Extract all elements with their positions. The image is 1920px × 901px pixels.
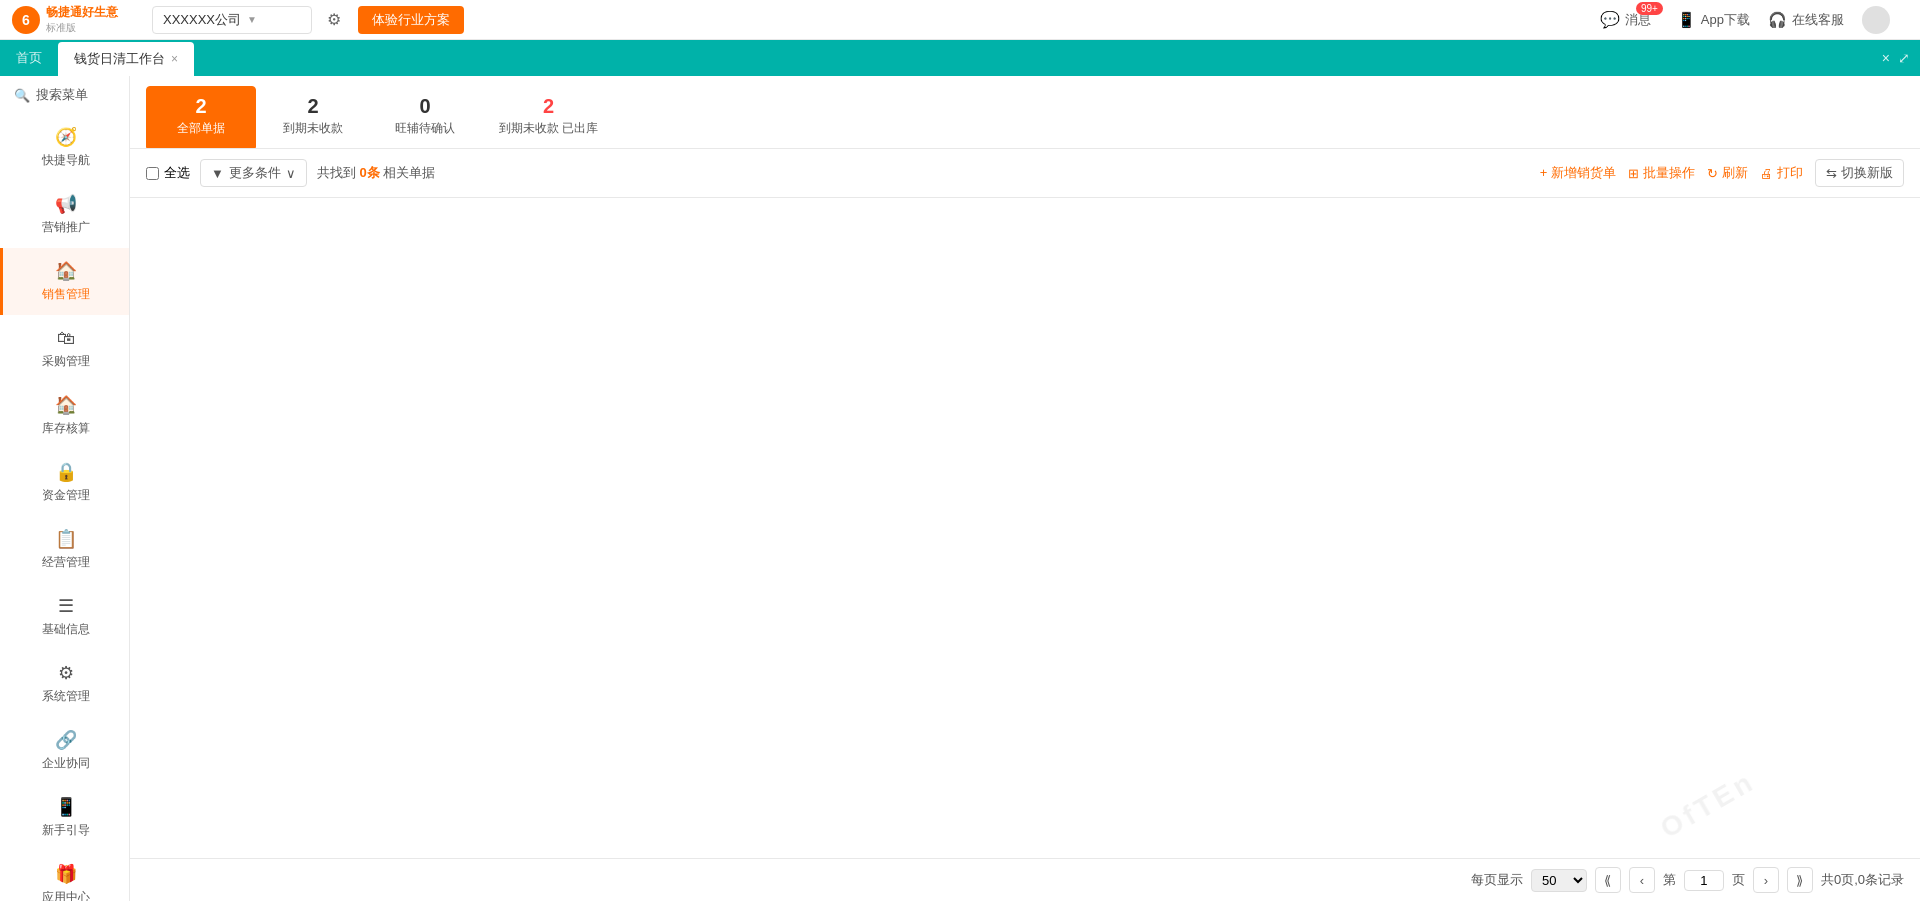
batch-icon: ⊞ — [1628, 166, 1639, 181]
sidebar-item-system[interactable]: ⚙ 系统管理 — [0, 650, 129, 717]
system-icon: ⚙ — [55, 662, 77, 684]
page-label-2: 页 — [1732, 871, 1745, 889]
logo-text: 畅捷通好生意 标准版 — [46, 5, 118, 34]
page-input[interactable] — [1684, 870, 1724, 891]
sidebar-item-finance[interactable]: 🔒 资金管理 — [0, 449, 129, 516]
first-page-button[interactable]: ⟪ — [1595, 867, 1621, 893]
message-badge: 99+ — [1636, 2, 1663, 15]
next-page-button[interactable]: › — [1753, 867, 1779, 893]
search-icon: 🔍 — [14, 88, 30, 103]
found-text: 共找到 0条 相关单据 — [317, 164, 435, 182]
tab-close-icon[interactable]: × — [171, 52, 178, 66]
per-page-select[interactable]: 50 20 100 200 — [1531, 869, 1587, 892]
refresh-icon: ↻ — [1707, 166, 1718, 181]
switch-new-version-button[interactable]: ⇆ 切换新版 — [1815, 159, 1904, 187]
online-service-btn[interactable]: 🎧 在线客服 — [1768, 11, 1844, 29]
toolbar-right: + 新增销货单 ⊞ 批量操作 ↻ 刷新 🖨 打印 ⇆ 切换新版 — [1540, 159, 1904, 187]
content-area: 2 全部单据 2 到期未收款 0 旺辅待确认 2 到期未收款 已出库 全选 — [130, 76, 1920, 901]
logo-area: 6 畅捷通好生意 标准版 — [12, 5, 142, 34]
sidebar: 🔍 搜索菜单 🧭 快捷导航 📢 营销推广 🏠 销售管理 🛍 采购管理 🏠 库存核… — [0, 76, 130, 901]
collab-icon: 🔗 — [55, 729, 77, 751]
app-download-icon: 📱 — [1677, 11, 1696, 29]
sidebar-item-quick-nav[interactable]: 🧭 快捷导航 — [0, 114, 129, 181]
app-download-btn[interactable]: 📱 App下载 — [1677, 11, 1750, 29]
select-all-checkbox[interactable]: 全选 — [146, 164, 190, 182]
sidebar-item-operation[interactable]: 📋 经营管理 — [0, 516, 129, 583]
sidebar-item-inventory[interactable]: 🏠 库存核算 — [0, 382, 129, 449]
beginner-icon: 📱 — [55, 796, 77, 818]
header-right: 💬 消息 99+ 📱 App下载 🎧 在线客服 — [1600, 6, 1908, 34]
settings-icon[interactable]: ⚙ — [320, 6, 348, 34]
chevron-down-icon: ▼ — [247, 14, 257, 25]
nav-icon: 🧭 — [55, 126, 77, 148]
tab-home[interactable]: 首页 — [0, 40, 58, 76]
pagination: 每页显示 50 20 100 200 ⟪ ‹ 第 页 › ⟫ 共0页,0条记录 — [130, 858, 1920, 901]
page-label: 第 — [1663, 871, 1676, 889]
select-all-input[interactable] — [146, 167, 159, 180]
sidebar-item-marketing[interactable]: 📢 营销推广 — [0, 181, 129, 248]
logo-icon: 6 — [12, 6, 40, 34]
sidebar-item-app-center[interactable]: 🎁 应用中心 — [0, 851, 129, 901]
tab-work-station[interactable]: 钱货日清工作台 × — [58, 42, 194, 76]
inventory-icon: 🏠 — [55, 394, 77, 416]
message-btn[interactable]: 💬 消息 99+ — [1600, 10, 1651, 29]
headset-icon: 🎧 — [1768, 11, 1787, 29]
filter-icon: ▼ — [211, 166, 224, 181]
company-selector[interactable]: XXXXXX公司 ▼ — [152, 6, 312, 34]
company-name: XXXXXX公司 — [163, 11, 241, 29]
status-tab-overdue[interactable]: 2 到期未收款 — [258, 86, 368, 148]
app-center-icon: 🎁 — [55, 863, 77, 885]
tab-bar-actions: × ⤢ — [1882, 50, 1920, 66]
status-tab-overdue-shipped[interactable]: 2 到期未收款 已出库 — [482, 86, 615, 148]
chevron-filter-icon: ∨ — [286, 166, 296, 181]
finance-icon: 🔒 — [55, 461, 77, 483]
last-page-button[interactable]: ⟫ — [1787, 867, 1813, 893]
main-layout: 🔍 搜索菜单 🧭 快捷导航 📢 营销推广 🏠 销售管理 🛍 采购管理 🏠 库存核… — [0, 76, 1920, 901]
table-area — [130, 198, 1920, 858]
filter-button[interactable]: ▼ 更多条件 ∨ — [200, 159, 307, 187]
print-button[interactable]: 🖨 打印 — [1760, 164, 1803, 182]
status-tab-all[interactable]: 2 全部单据 — [146, 86, 256, 148]
tab-bar: 首页 钱货日清工作台 × × ⤢ — [0, 40, 1920, 76]
sidebar-item-beginner[interactable]: 📱 新手引导 — [0, 784, 129, 851]
search-menu-item[interactable]: 🔍 搜索菜单 — [0, 76, 129, 114]
add-sales-order-button[interactable]: + 新增销货单 — [1540, 164, 1616, 182]
prev-page-button[interactable]: ‹ — [1629, 867, 1655, 893]
close-window-icon[interactable]: × — [1882, 50, 1890, 66]
expand-icon[interactable]: ⤢ — [1898, 50, 1910, 66]
sidebar-item-sales[interactable]: 🏠 销售管理 — [0, 248, 129, 315]
purchase-icon: 🛍 — [55, 327, 77, 349]
top-header: 6 畅捷通好生意 标准版 XXXXXX公司 ▼ ⚙ 体验行业方案 💬 消息 99… — [0, 0, 1920, 40]
refresh-button[interactable]: ↻ 刷新 — [1707, 164, 1748, 182]
trial-button[interactable]: 体验行业方案 — [358, 6, 464, 34]
basic-info-icon: ☰ — [55, 595, 77, 617]
message-icon: 💬 — [1600, 10, 1620, 29]
found-count: 0条 — [360, 165, 380, 180]
operation-icon: 📋 — [55, 528, 77, 550]
total-label: 共0页,0条记录 — [1821, 871, 1904, 889]
per-page-label: 每页显示 — [1471, 871, 1523, 889]
sidebar-item-purchase[interactable]: 🛍 采购管理 — [0, 315, 129, 382]
avatar[interactable] — [1862, 6, 1890, 34]
sidebar-item-enterprise-collab[interactable]: 🔗 企业协同 — [0, 717, 129, 784]
toolbar: 全选 ▼ 更多条件 ∨ 共找到 0条 相关单据 + 新增销货单 ⊞ 批量操作 ↻… — [130, 149, 1920, 198]
marketing-icon: 📢 — [55, 193, 77, 215]
sidebar-item-basic-info[interactable]: ☰ 基础信息 — [0, 583, 129, 650]
status-tabs: 2 全部单据 2 到期未收款 0 旺辅待确认 2 到期未收款 已出库 — [130, 76, 1920, 149]
batch-operation-button[interactable]: ⊞ 批量操作 — [1628, 164, 1695, 182]
print-icon: 🖨 — [1760, 166, 1773, 181]
switch-icon: ⇆ — [1826, 166, 1837, 181]
sales-icon: 🏠 — [55, 260, 77, 282]
status-tab-wangfu-pending[interactable]: 0 旺辅待确认 — [370, 86, 480, 148]
